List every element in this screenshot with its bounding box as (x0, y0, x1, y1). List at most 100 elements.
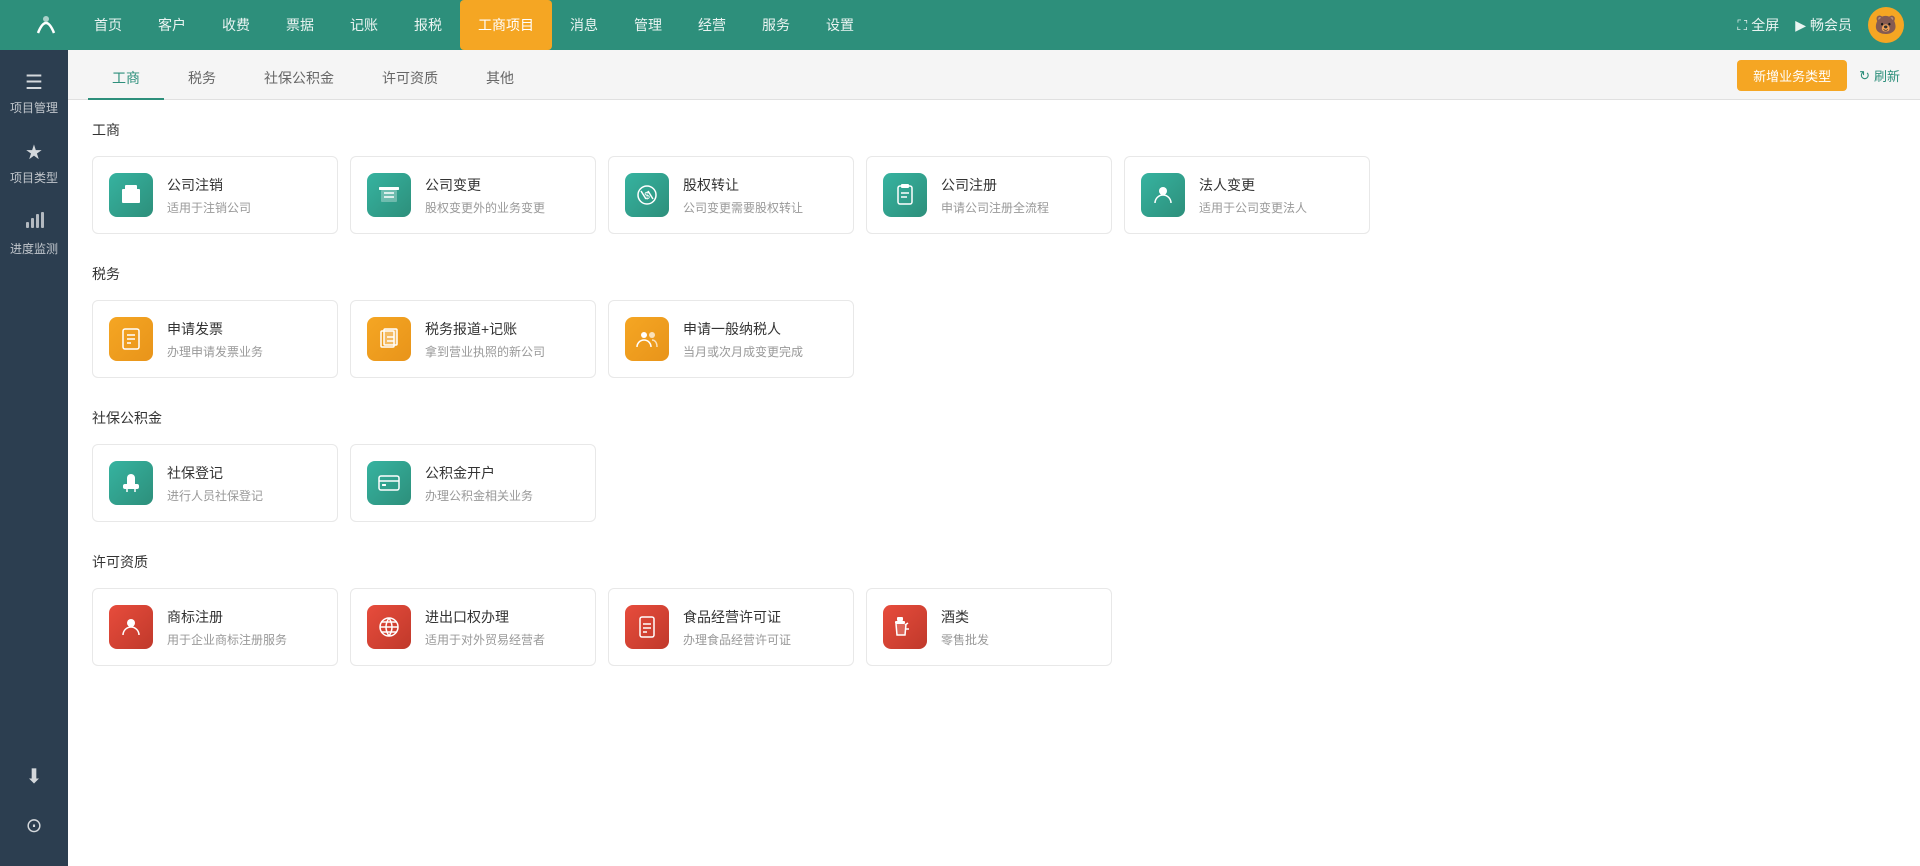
nav-item-经营[interactable]: 经营 (680, 0, 744, 50)
card-desc: 拿到营业执照的新公司 (425, 343, 545, 360)
card-icon (109, 605, 153, 649)
card-text: 申请发票办理申请发票业务 (167, 319, 263, 360)
nav-item-首页[interactable]: 首页 (76, 0, 140, 50)
section-工商: 工商公司注销适用于注销公司公司变更股权变更外的业务变更$股权转让公司变更需要股权… (92, 120, 1896, 234)
card-name: 社保登记 (167, 463, 263, 483)
card-name: 法人变更 (1199, 175, 1307, 195)
progress-monitor-icon (24, 210, 44, 236)
cards-grid: 申请发票办理申请发票业务 税务报道+记账拿到营业执照的新公司 申请一般纳税人当月或次… (92, 300, 1896, 378)
vip-button[interactable]: ▶ 畅会员 (1795, 15, 1852, 35)
card-icon (1141, 173, 1185, 217)
card-name: 申请一般纳税人 (683, 319, 803, 339)
new-type-button[interactable]: 新增业务类型 (1737, 60, 1847, 91)
settings-icon: ⊙ (26, 813, 43, 838)
card-desc: 股权变更外的业务变更 (425, 199, 545, 216)
card-name: 税务报道+记账 (425, 319, 545, 339)
card-desc: 办理申请发票业务 (167, 343, 263, 360)
nav-item-票据[interactable]: 票据 (268, 0, 332, 50)
tab-税务[interactable]: 税务 (164, 58, 240, 100)
card-text: 公积金开户办理公积金相关业务 (425, 463, 533, 504)
nav-item-记账[interactable]: 记账 (332, 0, 396, 50)
card-text: 申请一般纳税人当月或次月成变更完成 (683, 319, 803, 360)
tab-其他[interactable]: 其他 (462, 58, 538, 100)
sidebar-download-button[interactable]: ⬇ (0, 752, 68, 801)
card-icon (367, 173, 411, 217)
card-text: 进出口权办理适用于对外贸易经营者 (425, 607, 545, 648)
nav-item-服务[interactable]: 服务 (744, 0, 808, 50)
card-text: 公司注册申请公司注册全流程 (941, 175, 1049, 216)
sidebar: ☰ 项目管理 ★ 项目类型 进度监测 ⬇ ⊙ (0, 50, 68, 866)
card-name: 公积金开户 (425, 463, 533, 483)
nav-item-收费[interactable]: 收费 (204, 0, 268, 50)
cards-grid: 公司注销适用于注销公司公司变更股权变更外的业务变更$股权转让公司变更需要股权转让… (92, 156, 1896, 234)
sidebar-item-project-type[interactable]: ★ 项目类型 (0, 128, 68, 198)
section-title: 许可资质 (92, 552, 1896, 572)
card-法人变更[interactable]: 法人变更适用于公司变更法人 (1124, 156, 1370, 234)
card-text: 社保登记进行人员社保登记 (167, 463, 263, 504)
card-公司注销[interactable]: 公司注销适用于注销公司 (92, 156, 338, 234)
card-进出口权办理[interactable]: 进出口权办理适用于对外贸易经营者 (350, 588, 596, 666)
tab-工商[interactable]: 工商 (88, 58, 164, 100)
sidebar-settings-button[interactable]: ⊙ (0, 801, 68, 850)
card-税务报道+记账[interactable]: 税务报道+记账拿到营业执照的新公司 (350, 300, 596, 378)
sidebar-item-project-management[interactable]: ☰ 项目管理 (0, 58, 68, 128)
card-name: 酒类 (941, 607, 989, 627)
card-申请一般纳税人[interactable]: 申请一般纳税人当月或次月成变更完成 (608, 300, 854, 378)
fullscreen-button[interactable]: ⛶ 全屏 (1737, 15, 1779, 35)
tab-许可资质[interactable]: 许可资质 (358, 58, 462, 100)
card-食品经营许可证[interactable]: 食品经营许可证办理食品经营许可证 (608, 588, 854, 666)
card-申请发票[interactable]: 申请发票办理申请发票业务 (92, 300, 338, 378)
nav-item-管理[interactable]: 管理 (616, 0, 680, 50)
card-社保登记[interactable]: 社保登记进行人员社保登记 (92, 444, 338, 522)
card-text: 法人变更适用于公司变更法人 (1199, 175, 1307, 216)
card-公司变更[interactable]: 公司变更股权变更外的业务变更 (350, 156, 596, 234)
section-title: 社保公积金 (92, 408, 1896, 428)
card-商标注册[interactable]: 商标注册用于企业商标注册服务 (92, 588, 338, 666)
card-name: 股权转让 (683, 175, 803, 195)
card-text: 酒类零售批发 (941, 607, 989, 648)
card-name: 公司注销 (167, 175, 251, 195)
card-desc: 办理公积金相关业务 (425, 487, 533, 504)
card-icon (883, 173, 927, 217)
card-name: 食品经营许可证 (683, 607, 791, 627)
nav-item-消息[interactable]: 消息 (552, 0, 616, 50)
nav-item-客户[interactable]: 客户 (140, 0, 204, 50)
card-desc: 零售批发 (941, 631, 989, 648)
card-text: 公司注销适用于注销公司 (167, 175, 251, 216)
card-text: 股权转让公司变更需要股权转让 (683, 175, 803, 216)
card-公积金开户[interactable]: 公积金开户办理公积金相关业务 (350, 444, 596, 522)
tab-社保公积金[interactable]: 社保公积金 (240, 58, 358, 100)
project-management-icon: ☰ (25, 70, 43, 95)
main-content: 工商公司注销适用于注销公司公司变更股权变更外的业务变更$股权转让公司变更需要股权… (68, 100, 1920, 866)
section-社保公积金: 社保公积金社保登记进行人员社保登记 公积金开户办理公积金相关业务 (92, 408, 1896, 522)
tabs-bar: 工商税务社保公积金许可资质其他 新增业务类型 ↻ 刷新 (68, 50, 1920, 100)
card-酒类[interactable]: 酒类零售批发 (866, 588, 1112, 666)
card-公司注册[interactable]: 公司注册申请公司注册全流程 (866, 156, 1112, 234)
card-icon (625, 317, 669, 361)
card-text: 商标注册用于企业商标注册服务 (167, 607, 287, 648)
nav-item-工商项目[interactable]: 工商项目 (460, 0, 552, 50)
nav-item-设置[interactable]: 设置 (808, 0, 872, 50)
nav-item-报税[interactable]: 报税 (396, 0, 460, 50)
refresh-icon: ↻ (1859, 68, 1870, 84)
card-icon (625, 605, 669, 649)
sidebar-bottom: ⬇ ⊙ (0, 752, 68, 866)
card-desc: 公司变更需要股权转让 (683, 199, 803, 216)
card-name: 进出口权办理 (425, 607, 545, 627)
card-name: 公司注册 (941, 175, 1049, 195)
card-icon (109, 173, 153, 217)
card-icon (883, 605, 927, 649)
card-text: 税务报道+记账拿到营业执照的新公司 (425, 319, 545, 360)
sidebar-item-progress-monitor[interactable]: 进度监测 (0, 198, 68, 269)
cards-grid: 社保登记进行人员社保登记 公积金开户办理公积金相关业务 (92, 444, 1896, 522)
cards-grid: 商标注册用于企业商标注册服务 进出口权办理适用于对外贸易经营者 食品经营许可证办理食… (92, 588, 1896, 666)
download-icon: ⬇ (26, 764, 43, 789)
card-name: 公司变更 (425, 175, 545, 195)
refresh-button[interactable]: ↻ 刷新 (1859, 66, 1900, 85)
section-许可资质: 许可资质商标注册用于企业商标注册服务 进出口权办理适用于对外贸易经营者 食品经营许可… (92, 552, 1896, 666)
card-icon (109, 461, 153, 505)
card-desc: 适用于对外贸易经营者 (425, 631, 545, 648)
card-股权转让[interactable]: $股权转让公司变更需要股权转让 (608, 156, 854, 234)
card-name: 申请发票 (167, 319, 263, 339)
card-desc: 当月或次月成变更完成 (683, 343, 803, 360)
